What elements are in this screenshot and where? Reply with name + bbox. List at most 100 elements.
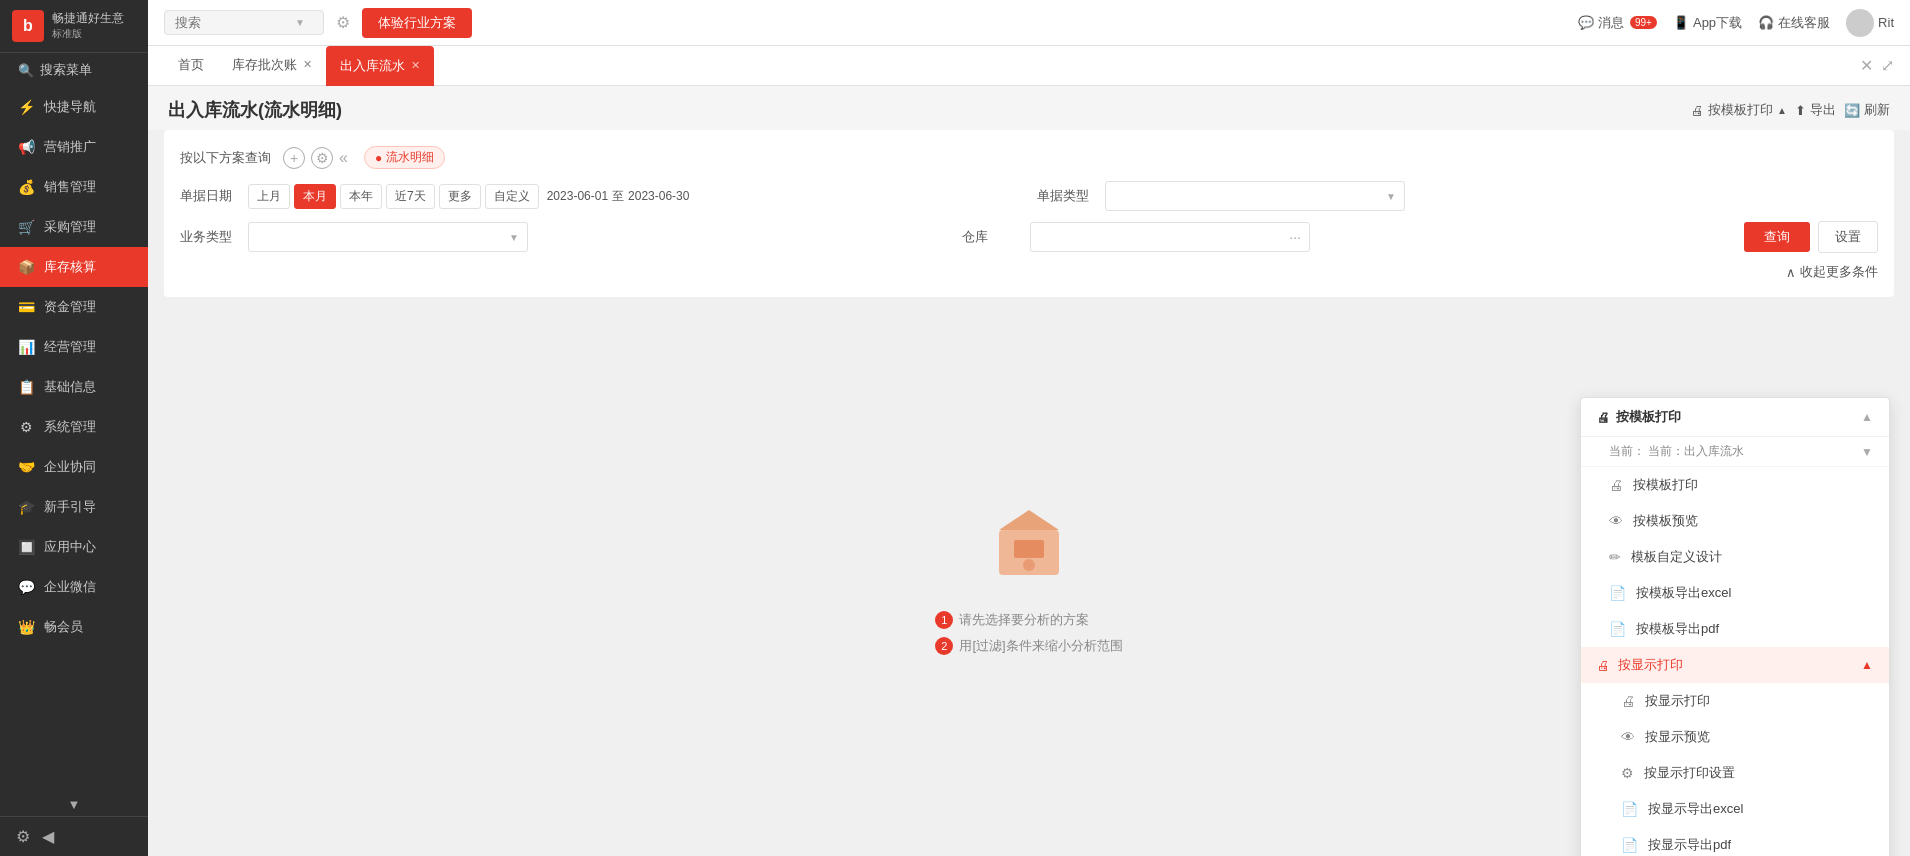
filter-settings-btn[interactable]: ⚙ xyxy=(311,147,333,169)
filter-collapse-btn[interactable]: « xyxy=(339,149,348,167)
sidebar-item-purchase[interactable]: 🛒 采购管理 xyxy=(0,207,148,247)
template-custom-icon: ✏ xyxy=(1609,549,1621,565)
online-service-btn[interactable]: 🎧 在线客服 xyxy=(1758,14,1830,32)
sidebar-item-app-center[interactable]: 🔲 应用中心 xyxy=(0,527,148,567)
sidebar-item-operations[interactable]: 📊 经营管理 xyxy=(0,327,148,367)
sidebar-item-base-info[interactable]: 📋 基础信息 xyxy=(0,367,148,407)
topbar-search-dropdown-icon[interactable]: ▼ xyxy=(295,17,305,28)
warehouse-label: 仓库 xyxy=(962,228,1022,246)
current-label: 当前： xyxy=(1609,444,1645,458)
biz-type-filter: 业务类型 ▼ xyxy=(180,222,946,252)
filter-area: 按以下方案查询 + ⚙ « ● 流水明细 单据日期 上月 本月 xyxy=(164,130,1894,297)
user-area[interactable]: Rit xyxy=(1846,9,1894,37)
export-btn[interactable]: ⬆ 导出 xyxy=(1795,101,1836,119)
date-btn-this-month[interactable]: 本月 xyxy=(294,184,336,209)
base-info-icon: 📋 xyxy=(16,377,36,397)
settings-btn[interactable]: 设置 xyxy=(1818,221,1878,253)
tab-maximize-btns: ✕ ⤢ xyxy=(1860,56,1894,75)
main-content: ▼ ⚙ 体验行业方案 💬 消息 99+ 📱 App下载 🎧 在线客服 xyxy=(148,0,1910,856)
dropdown-template-custom[interactable]: ✏ 模板自定义设计 xyxy=(1581,539,1889,575)
sidebar-scroll-down[interactable]: ▼ xyxy=(0,793,148,816)
refresh-btn[interactable]: 🔄 刷新 xyxy=(1844,101,1890,119)
message-icon: 💬 xyxy=(1578,15,1594,30)
tab-batch-account[interactable]: 库存批次账 ✕ xyxy=(218,46,326,86)
tab-flow-close[interactable]: ✕ xyxy=(411,59,420,72)
dropdown-display-export-pdf[interactable]: 📄 按显示导出pdf xyxy=(1581,827,1889,856)
trial-btn[interactable]: 体验行业方案 xyxy=(362,8,472,38)
sidebar-item-marketing[interactable]: 📢 营销推广 xyxy=(0,127,148,167)
chevron-up-icon: ∧ xyxy=(1786,265,1796,280)
date-btn-this-year[interactable]: 本年 xyxy=(340,184,382,209)
biz-type-label: 业务类型 xyxy=(180,228,240,246)
refresh-icon: 🔄 xyxy=(1844,103,1860,118)
current-dropdown-icon[interactable]: ▼ xyxy=(1861,445,1873,459)
sidebar-item-guide[interactable]: 🎓 新手引导 xyxy=(0,487,148,527)
dropdown-display-preview[interactable]: 👁 按显示预览 xyxy=(1581,719,1889,755)
display-pdf-icon: 📄 xyxy=(1621,837,1638,853)
sidebar-item-enterprise[interactable]: 🤝 企业协同 xyxy=(0,447,148,487)
sidebar-search[interactable]: 🔍 搜索菜单 xyxy=(0,53,148,87)
logo-area: b 畅捷通好生意 标准版 xyxy=(0,0,148,53)
topbar-settings-icon[interactable]: ⚙ xyxy=(336,13,350,32)
content-area: 1 请先选择要分析的方案 2 用[过滤]条件来缩小分析范围 🖨 按模板打印 xyxy=(148,297,1910,856)
sidebar-nav: ⚡ 快捷导航 📢 营销推广 💰 销售管理 🛒 采购管理 📦 库存核算 💳 xyxy=(0,87,148,793)
svg-rect-2 xyxy=(1014,540,1044,558)
sidebar-item-sales[interactable]: 💰 销售管理 xyxy=(0,167,148,207)
panel-collapse-icon[interactable]: ▲ xyxy=(1861,410,1873,424)
tab-maximize-icon[interactable]: ⤢ xyxy=(1881,56,1894,75)
date-btn-7days[interactable]: 近7天 xyxy=(386,184,435,209)
empty-icon xyxy=(979,495,1079,595)
warehouse-filter: 仓库 ··· xyxy=(962,222,1728,252)
dropdown-display-print-settings[interactable]: ⚙ 按显示打印设置 xyxy=(1581,755,1889,791)
date-btn-custom[interactable]: 自定义 xyxy=(485,184,539,209)
doc-type-label: 单据类型 xyxy=(1037,187,1097,205)
dropdown-display-export-excel[interactable]: 📄 按显示导出excel xyxy=(1581,791,1889,827)
sidebar-item-finance[interactable]: 💳 资金管理 xyxy=(0,287,148,327)
message-btn[interactable]: 💬 消息 99+ xyxy=(1578,14,1657,32)
dropdown-template-export-pdf[interactable]: 📄 按模板导出pdf xyxy=(1581,611,1889,647)
query-btn[interactable]: 查询 xyxy=(1744,222,1810,252)
sidebar-settings-icon[interactable]: ⚙ xyxy=(16,827,30,846)
dropdown-display-print[interactable]: 🖨 按显示打印 xyxy=(1581,683,1889,719)
doc-type-select[interactable]: ▼ xyxy=(1105,181,1405,211)
dropdown-template-print[interactable]: 🖨 按模板打印 xyxy=(1581,467,1889,503)
operations-icon: 📊 xyxy=(16,337,36,357)
tab-minimize-icon[interactable]: ✕ xyxy=(1860,56,1873,75)
dropdown-template-export-excel[interactable]: 📄 按模板导出excel xyxy=(1581,575,1889,611)
biz-type-dropdown-icon: ▼ xyxy=(509,232,519,243)
sidebar-item-quick-nav[interactable]: ⚡ 快捷导航 xyxy=(0,87,148,127)
tabs-bar: 首页 库存批次账 ✕ 出入库流水 ✕ ✕ ⤢ xyxy=(148,46,1910,86)
sidebar-item-system[interactable]: ⚙ 系统管理 xyxy=(0,407,148,447)
tab-home[interactable]: 首页 xyxy=(164,46,218,86)
sidebar-search-label: 搜索菜单 xyxy=(40,61,92,79)
membership-icon: 👑 xyxy=(16,617,36,637)
flow-detail-tag[interactable]: ● 流水明细 xyxy=(364,146,445,169)
sidebar-item-wechat[interactable]: 💬 企业微信 xyxy=(0,567,148,607)
topbar-search-box[interactable]: ▼ xyxy=(164,10,324,35)
filter-add-btn[interactable]: + xyxy=(283,147,305,169)
biz-type-select[interactable]: ▼ xyxy=(248,222,528,252)
display-section-header[interactable]: 🖨 按显示打印 ▲ xyxy=(1581,647,1889,683)
tag-label: 流水明细 xyxy=(386,149,434,166)
headset-icon: 🎧 xyxy=(1758,15,1774,30)
purchase-icon: 🛒 xyxy=(16,217,36,237)
date-btn-more[interactable]: 更多 xyxy=(439,184,481,209)
filter-row-2: 业务类型 ▼ 仓库 ··· 查询 设置 xyxy=(180,221,1878,253)
sidebar-item-membership[interactable]: 👑 畅会员 xyxy=(0,607,148,647)
tab-batch-account-close[interactable]: ✕ xyxy=(303,58,312,71)
date-btn-last-month[interactable]: 上月 xyxy=(248,184,290,209)
dropdown-template-preview[interactable]: 👁 按模板预览 xyxy=(1581,503,1889,539)
tab-flow[interactable]: 出入库流水 ✕ xyxy=(326,46,434,86)
app-download-btn[interactable]: 📱 App下载 xyxy=(1673,14,1742,32)
warehouse-select[interactable]: ··· xyxy=(1030,222,1310,252)
sidebar-collapse-icon[interactable]: ◀ xyxy=(42,827,54,846)
sidebar-item-inventory[interactable]: 📦 库存核算 xyxy=(0,247,148,287)
user-name: Rit xyxy=(1878,15,1894,30)
template-pdf-icon: 📄 xyxy=(1609,621,1626,637)
export-icon: ⬆ xyxy=(1795,103,1806,118)
collapse-more[interactable]: ∧ 收起更多条件 xyxy=(180,263,1878,281)
topbar-search-input[interactable] xyxy=(175,15,295,30)
app-download-icon: 📱 xyxy=(1673,15,1689,30)
template-print-btn[interactable]: 🖨 按模板打印 ▲ xyxy=(1691,101,1787,119)
step-2: 2 用[过滤]条件来缩小分析范围 xyxy=(935,633,1122,659)
